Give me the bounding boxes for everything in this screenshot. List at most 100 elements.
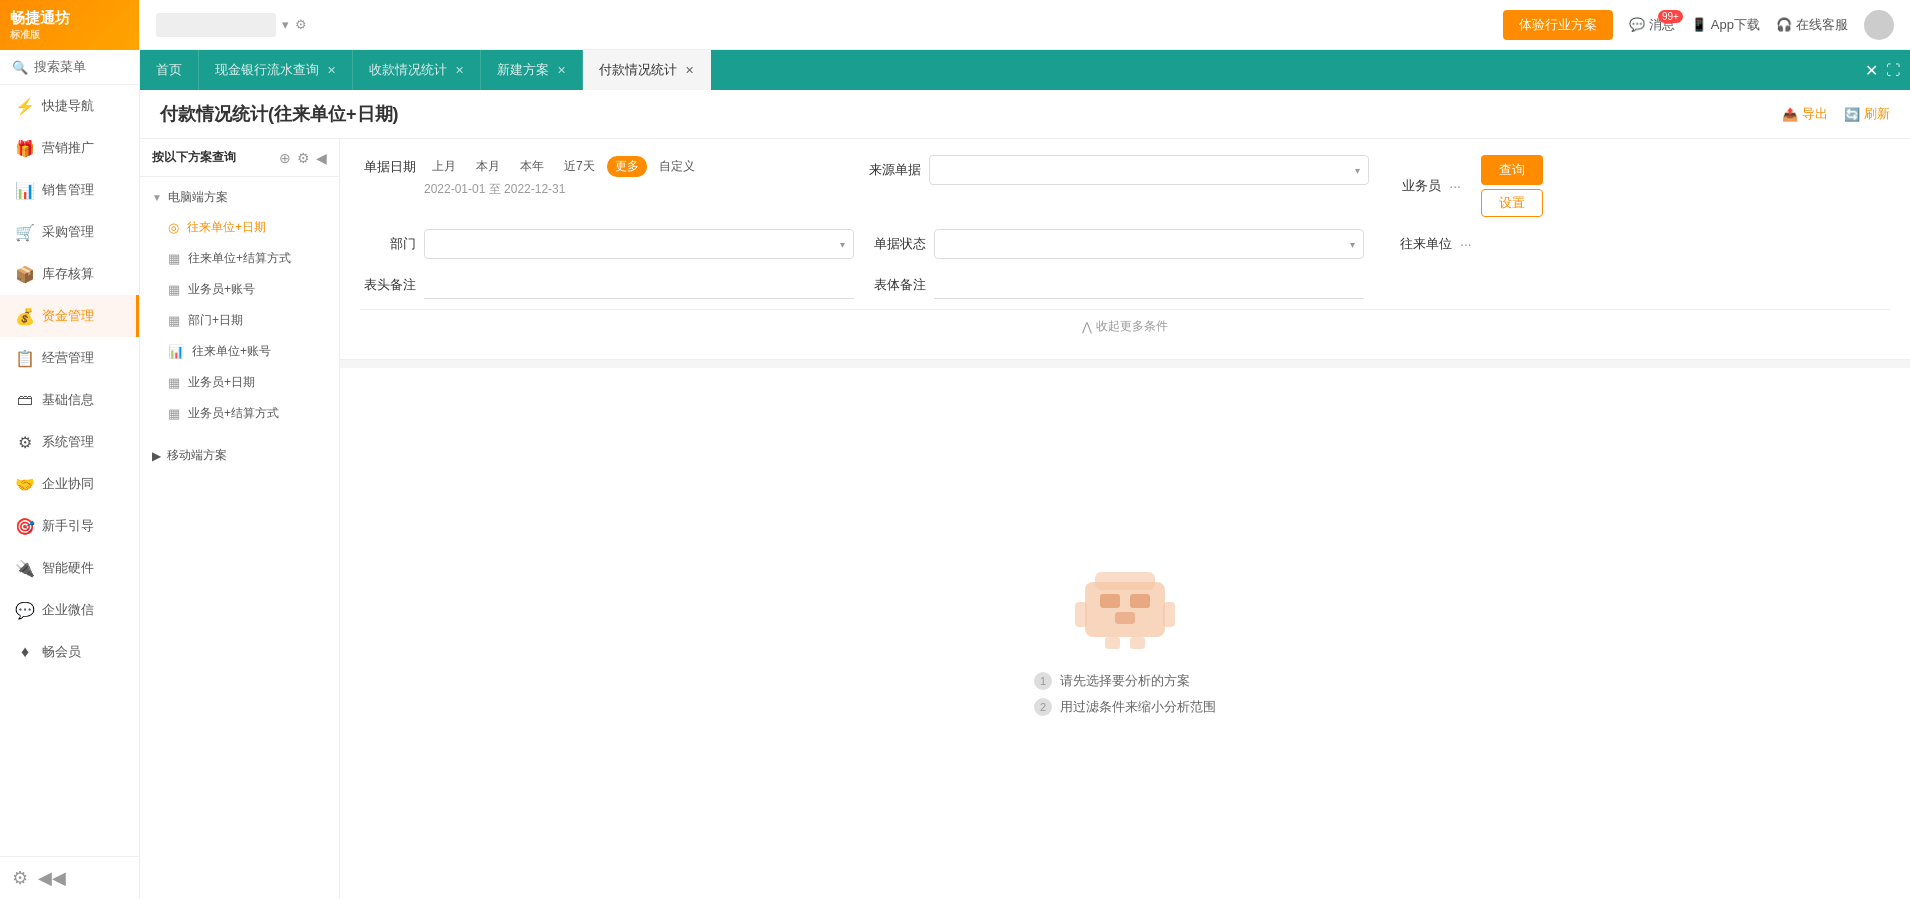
messages-action[interactable]: 💬 消息 99+ bbox=[1629, 16, 1675, 34]
tab-expand-icon[interactable]: ⛶ bbox=[1886, 62, 1900, 78]
sidebar-item-smart-hw[interactable]: 🔌 智能硬件 bbox=[0, 547, 139, 589]
refresh-icon: 🔄 bbox=[1844, 107, 1860, 122]
sidebar-item-vip[interactable]: ♦ 畅会员 bbox=[0, 631, 139, 673]
tab-receipt-stats-close[interactable]: ✕ bbox=[455, 64, 464, 77]
scheme-header: 按以下方案查询 ⊕ ⚙ ◀ bbox=[140, 139, 339, 177]
svg-rect-2 bbox=[1130, 594, 1150, 608]
sidebar-logo: 畅捷通坊 标准版 bbox=[0, 0, 139, 50]
date-last-month[interactable]: 上月 bbox=[424, 155, 464, 178]
mobile-scheme-group: ▶ 移动端方案 bbox=[140, 435, 339, 476]
tab-receipt-stats-label: 收款情况统计 bbox=[369, 61, 447, 79]
sidebar-search[interactable]: 🔍 搜索菜单 bbox=[0, 50, 139, 85]
date-custom[interactable]: 自定义 bbox=[651, 155, 703, 178]
sidebar-item-label: 营销推广 bbox=[42, 139, 94, 157]
tab-receipt-stats[interactable]: 收款情况统计 ✕ bbox=[353, 50, 481, 90]
sidebar-item-sales[interactable]: 📊 销售管理 bbox=[0, 169, 139, 211]
marketing-icon: 🎁 bbox=[16, 139, 34, 157]
date-this-month[interactable]: 本月 bbox=[468, 155, 508, 178]
svg-rect-8 bbox=[1115, 612, 1135, 624]
memo-body-input[interactable] bbox=[934, 271, 1364, 299]
staff-dots[interactable]: ··· bbox=[1449, 178, 1461, 194]
refresh-btn[interactable]: 🔄 刷新 bbox=[1844, 105, 1890, 123]
sidebar-item-corp-wechat[interactable]: 💬 企业微信 bbox=[0, 589, 139, 631]
corp-wechat-icon: 💬 bbox=[16, 601, 34, 619]
sidebar-item-capital[interactable]: 💰 资金管理 bbox=[0, 295, 139, 337]
export-label: 导出 bbox=[1802, 105, 1828, 123]
tab-payment-stats[interactable]: 付款情况统计 ✕ bbox=[583, 50, 711, 90]
date-more[interactable]: 更多 bbox=[607, 156, 647, 177]
user-avatar[interactable] bbox=[1864, 10, 1894, 40]
scheme-item-label: 业务员+账号 bbox=[188, 281, 255, 298]
sidebar-item-operations[interactable]: 📋 经营管理 bbox=[0, 337, 139, 379]
sidebar-item-system[interactable]: ⚙ 系统管理 bbox=[0, 421, 139, 463]
refresh-label: 刷新 bbox=[1864, 105, 1890, 123]
empty-state-icon bbox=[1065, 552, 1185, 652]
tab-new-scheme-label: 新建方案 bbox=[497, 61, 549, 79]
tab-home[interactable]: 首页 bbox=[140, 50, 199, 90]
sidebar-item-purchase[interactable]: 🛒 采购管理 bbox=[0, 211, 139, 253]
tab-payment-stats-close[interactable]: ✕ bbox=[685, 64, 694, 77]
online-service-label: 在线客服 bbox=[1796, 16, 1848, 34]
collapse-label: 收起更多条件 bbox=[1096, 318, 1168, 335]
date-options: 上月 本月 本年 近7天 更多 自定义 bbox=[424, 155, 703, 178]
tab-new-scheme-close[interactable]: ✕ bbox=[557, 64, 566, 77]
settings-icon[interactable]: ⚙ bbox=[12, 867, 28, 889]
dropdown-icon[interactable]: ▾ bbox=[282, 17, 289, 32]
scheme-item-unit-account[interactable]: 📊 往来单位+账号 bbox=[140, 336, 339, 367]
source-arrow-icon: ▾ bbox=[1355, 165, 1360, 176]
export-btn[interactable]: 📤 导出 bbox=[1782, 105, 1828, 123]
tabs-controls: ✕ ⛶ bbox=[1855, 61, 1910, 80]
query-btn[interactable]: 查询 bbox=[1481, 155, 1543, 185]
scheme-item-staff-account[interactable]: ▦ 业务员+账号 bbox=[140, 274, 339, 305]
scheme-grid-icon5: ▦ bbox=[168, 406, 180, 421]
tip-text-2: 用过滤条件来缩小分析范围 bbox=[1060, 698, 1216, 716]
scheme-item-dept-date[interactable]: ▦ 部门+日期 bbox=[140, 305, 339, 336]
settings-btn[interactable]: 设置 bbox=[1481, 189, 1543, 217]
svg-rect-7 bbox=[1130, 637, 1145, 649]
date-this-year[interactable]: 本年 bbox=[512, 155, 552, 178]
sidebar-item-label: 销售管理 bbox=[42, 181, 94, 199]
dept-label: 部门 bbox=[360, 235, 416, 253]
scheme-item-unit-date[interactable]: ◎ 往来单位+日期 bbox=[140, 212, 339, 243]
sidebar-item-marketing[interactable]: 🎁 营销推广 bbox=[0, 127, 139, 169]
search-label: 搜索菜单 bbox=[34, 58, 86, 76]
manage-scheme-icon[interactable]: ⚙ bbox=[297, 150, 310, 166]
related-unit-dots[interactable]: ··· bbox=[1460, 236, 1472, 252]
dept-select[interactable]: ▾ bbox=[424, 229, 854, 259]
date-7days[interactable]: 近7天 bbox=[556, 155, 603, 178]
sidebar-item-label: 经营管理 bbox=[42, 349, 94, 367]
sidebar-item-quick-nav[interactable]: ⚡ 快捷导航 bbox=[0, 85, 139, 127]
system-icon: ⚙ bbox=[16, 433, 34, 451]
scheme-item-unit-settle[interactable]: ▦ 往来单位+结算方式 bbox=[140, 243, 339, 274]
tab-new-scheme[interactable]: 新建方案 ✕ bbox=[481, 50, 583, 90]
sidebar-item-corp-collab[interactable]: 🤝 企业协同 bbox=[0, 463, 139, 505]
quick-nav-icon: ⚡ bbox=[16, 97, 34, 115]
guide-icon: 🎯 bbox=[16, 517, 34, 535]
tab-cash-bank-close[interactable]: ✕ bbox=[327, 64, 336, 77]
trial-btn[interactable]: 体验行业方案 bbox=[1503, 10, 1613, 40]
scheme-item-staff-date[interactable]: ▦ 业务员+日期 bbox=[140, 367, 339, 398]
purchase-icon: 🛒 bbox=[16, 223, 34, 241]
mobile-group-title[interactable]: ▶ 移动端方案 bbox=[140, 441, 339, 470]
collapse-panel-icon[interactable]: ◀ bbox=[316, 150, 327, 166]
source-select[interactable]: ▾ bbox=[929, 155, 1370, 185]
desktop-group-title[interactable]: ▼ 电脑端方案 bbox=[140, 183, 339, 212]
sidebar-item-inventory[interactable]: 📦 库存核算 bbox=[0, 253, 139, 295]
settings-btn[interactable]: ⚙ bbox=[295, 17, 307, 32]
smart-hw-icon: 🔌 bbox=[16, 559, 34, 577]
sidebar-item-base-info[interactable]: 🗃 基础信息 bbox=[0, 379, 139, 421]
scheme-item-label: 业务员+日期 bbox=[188, 374, 255, 391]
collapse-filter-btn[interactable]: ⋀ 收起更多条件 bbox=[360, 309, 1890, 343]
download-icon: 📱 bbox=[1691, 17, 1707, 32]
tab-close-all-icon[interactable]: ✕ bbox=[1865, 61, 1878, 80]
scheme-item-staff-settle[interactable]: ▦ 业务员+结算方式 bbox=[140, 398, 339, 429]
tab-cash-bank[interactable]: 现金银行流水查询 ✕ bbox=[199, 50, 353, 90]
add-scheme-icon[interactable]: ⊕ bbox=[279, 150, 291, 166]
sidebar-item-guide[interactable]: 🎯 新手引导 bbox=[0, 505, 139, 547]
svg-rect-5 bbox=[1163, 602, 1175, 627]
online-service-action[interactable]: 🎧 在线客服 bbox=[1776, 16, 1848, 34]
voucher-status-select[interactable]: ▾ bbox=[934, 229, 1364, 259]
memo-header-input[interactable] bbox=[424, 271, 854, 299]
app-download-action[interactable]: 📱 App下载 bbox=[1691, 16, 1760, 34]
collapse-icon[interactable]: ◀◀ bbox=[38, 867, 66, 889]
